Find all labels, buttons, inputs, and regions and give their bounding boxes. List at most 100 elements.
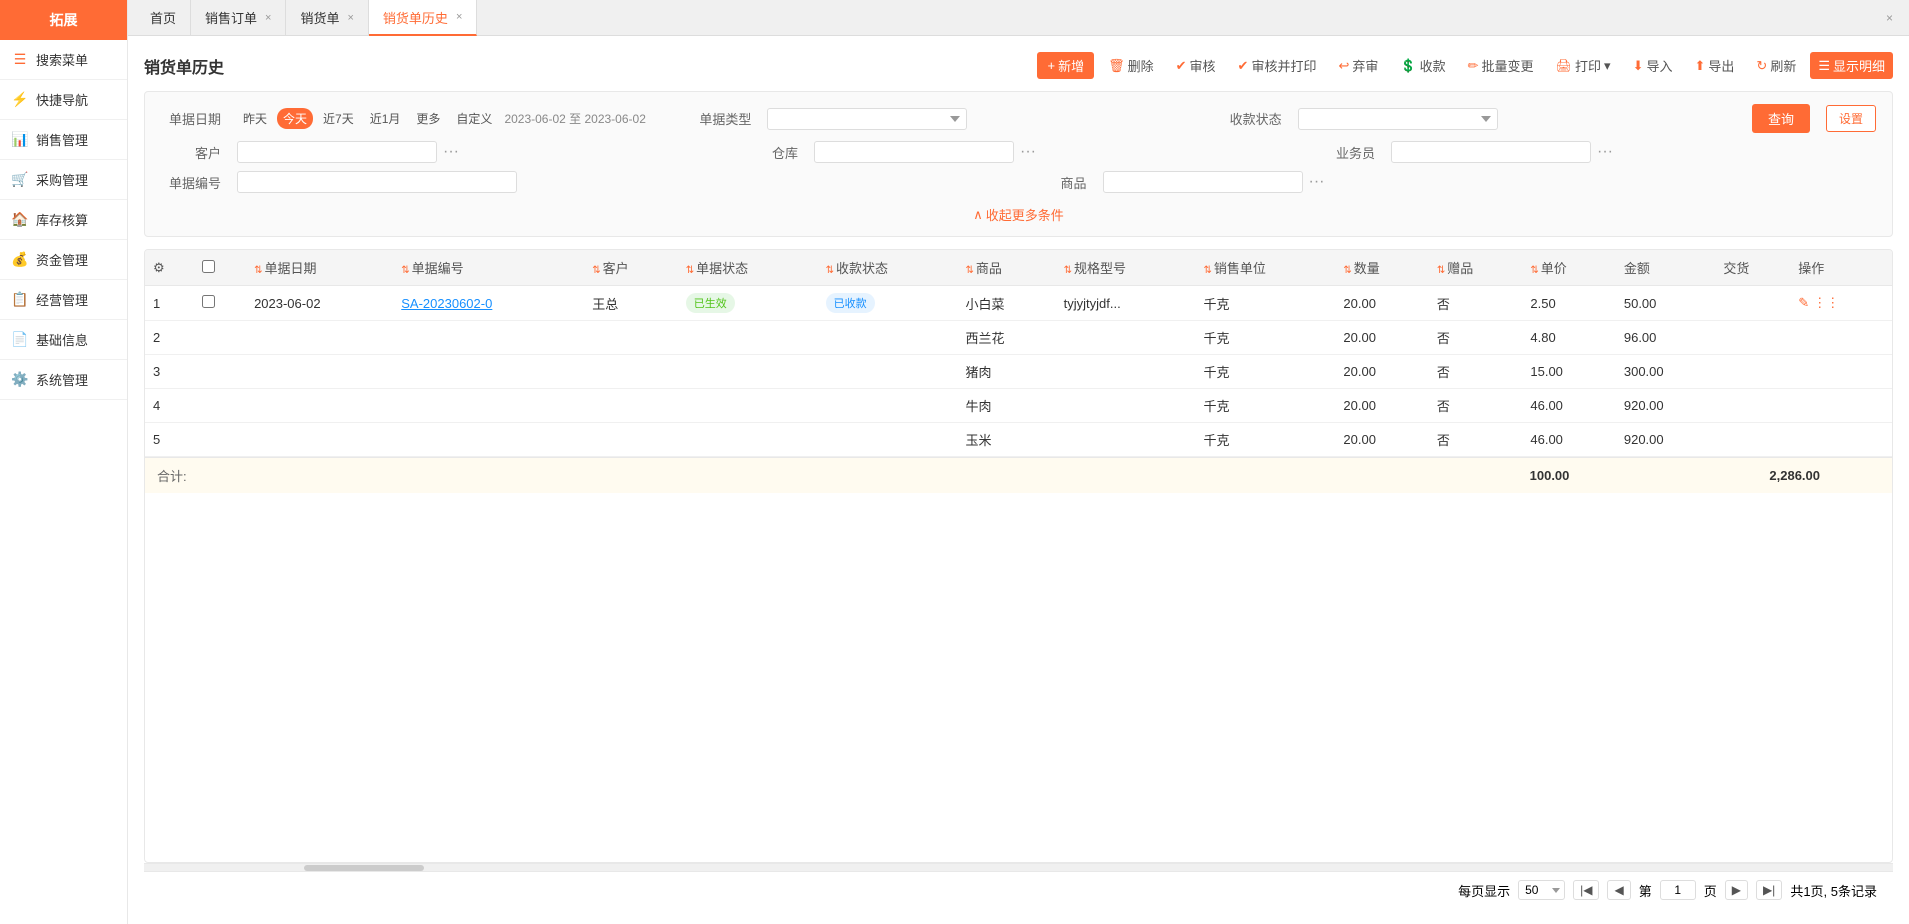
tab-home[interactable]: 首页 — [136, 0, 191, 36]
tab-sales-order-close[interactable]: × — [265, 12, 271, 24]
collect-button[interactable]: 💲 收款 — [1392, 52, 1453, 79]
per-page-label: 每页显示 — [1458, 881, 1510, 900]
print-label: 打印 — [1575, 56, 1601, 75]
toolbar: + 新增 🗑 删除 ✔ 审核 ✔ 审核并打印 ↩ 弃审 — [1037, 52, 1893, 79]
row-customer: 王总 — [584, 286, 677, 321]
col-unit[interactable]: ⇅销售单位 — [1196, 250, 1336, 286]
col-amount-label: 金额 — [1624, 261, 1650, 276]
row-price: 46.00 — [1522, 423, 1615, 457]
scrollbar-thumb[interactable] — [304, 865, 424, 871]
sidebar-item-search-menu[interactable]: ☰ 搜索菜单 — [0, 40, 127, 80]
sidebar-item-basic-info[interactable]: 📄 基础信息 — [0, 320, 127, 360]
horizontal-scrollbar[interactable] — [144, 863, 1893, 871]
row-collect-status — [818, 389, 958, 423]
row-price: 46.00 — [1522, 389, 1615, 423]
col-docstatus-label: 单据状态 — [696, 261, 748, 276]
tab-sales-delivery[interactable]: 销货单 × — [286, 0, 368, 36]
row-doc-status — [678, 321, 818, 355]
more-action-icon[interactable]: ⋮⋮ — [1813, 295, 1839, 311]
delete-button[interactable]: 🗑 删除 — [1100, 52, 1162, 79]
audit-print-button[interactable]: ✔ 审核并打印 — [1230, 52, 1325, 79]
row-customer — [584, 389, 677, 423]
prev-page-btn[interactable]: ◀ — [1607, 880, 1630, 900]
shortcut-7days[interactable]: 近7天 — [317, 108, 360, 129]
collect-status-select[interactable] — [1298, 108, 1498, 130]
customer-ellipsis[interactable]: ··· — [443, 144, 459, 160]
sidebar-item-finance[interactable]: 💰 资金管理 — [0, 240, 127, 280]
row-customer — [584, 423, 677, 457]
docno-label: 单据编号 — [161, 173, 221, 192]
doc-no-link[interactable]: SA-20230602-0 — [401, 296, 492, 311]
footer-label: 合计: — [157, 466, 187, 485]
col-doc-status[interactable]: ⇅单据状态 — [678, 250, 818, 286]
col-settings[interactable]: ⚙ — [145, 250, 194, 286]
export-button[interactable]: ⬆ 导出 — [1686, 52, 1742, 79]
first-page-btn[interactable]: |◀ — [1573, 880, 1599, 900]
docno-input[interactable] — [237, 171, 517, 193]
select-all-checkbox[interactable] — [202, 260, 215, 273]
page-input[interactable] — [1660, 880, 1696, 900]
row-action — [1790, 321, 1892, 355]
table-header-row: ⚙ ⇅单据日期 ⇅单据编号 ⇅客户 ⇅单据状态 ⇅收款状态 ⇅商品 ⇅规格型号 … — [145, 250, 1892, 286]
warehouse-input[interactable] — [814, 141, 1014, 163]
shortcut-custom[interactable]: 自定义 — [450, 108, 498, 129]
col-gift[interactable]: ⇅赠品 — [1429, 250, 1522, 286]
edit-action-icon[interactable]: ✎ — [1798, 295, 1809, 311]
sidebar-item-purchase-mgmt[interactable]: 🛒 采购管理 — [0, 160, 127, 200]
action-icons: ✎⋮⋮ — [1798, 295, 1884, 311]
col-goods[interactable]: ⇅商品 — [958, 250, 1056, 286]
filter-row-docno: 单据编号 商品 ··· — [161, 171, 1876, 193]
customer-input[interactable] — [237, 141, 437, 163]
col-date[interactable]: ⇅单据日期 — [246, 250, 393, 286]
import-button[interactable]: ⬇ 导入 — [1625, 52, 1681, 79]
tab-sales-history-close[interactable]: × — [456, 11, 462, 23]
tab-sales-order[interactable]: 销售订单 × — [191, 0, 286, 36]
refresh-button[interactable]: ↻ 刷新 — [1748, 52, 1804, 79]
col-amount[interactable]: 金额 — [1616, 250, 1715, 286]
tab-sales-history[interactable]: 销货单历史 × — [369, 0, 477, 36]
set-button[interactable]: 设置 — [1826, 105, 1876, 132]
collapse-more-btn[interactable]: ∧ 收起更多条件 — [161, 201, 1876, 224]
sidebar-item-sales-mgmt[interactable]: 📊 销售管理 — [0, 120, 127, 160]
query-button[interactable]: 查询 — [1752, 104, 1810, 133]
sidebar-item-label: 搜索菜单 — [36, 50, 88, 69]
col-price[interactable]: ⇅单价 — [1522, 250, 1615, 286]
col-checkbox[interactable] — [194, 250, 246, 286]
shortcut-1month[interactable]: 近1月 — [364, 108, 407, 129]
row-qty: 20.00 — [1335, 355, 1428, 389]
sidebar-item-operations[interactable]: 📋 经营管理 — [0, 280, 127, 320]
col-spec[interactable]: ⇅规格型号 — [1056, 250, 1196, 286]
shortcut-more[interactable]: 更多 — [410, 108, 446, 129]
goods-ellipsis[interactable]: ··· — [1309, 174, 1325, 190]
row-checkbox[interactable] — [202, 295, 215, 308]
warehouse-ellipsis[interactable]: ··· — [1020, 144, 1036, 160]
doc-type-select[interactable] — [767, 108, 967, 130]
sidebar-item-inventory[interactable]: 🏠 库存核算 — [0, 200, 127, 240]
shortcut-today[interactable]: 今天 — [277, 108, 313, 129]
col-qty[interactable]: ⇅数量 — [1335, 250, 1428, 286]
batch-change-button[interactable]: ✏ 批量变更 — [1460, 52, 1542, 79]
sort-unit-icon: ⇅ — [1204, 265, 1212, 276]
last-page-btn[interactable]: ▶| — [1756, 880, 1782, 900]
shortcut-yesterday[interactable]: 昨天 — [237, 108, 273, 129]
col-customer[interactable]: ⇅客户 — [584, 250, 677, 286]
col-collect-status[interactable]: ⇅收款状态 — [818, 250, 958, 286]
tab-bar: 首页 销售订单 × 销货单 × 销货单历史 × × — [128, 0, 1909, 36]
salesperson-ellipsis[interactable]: ··· — [1597, 144, 1613, 160]
page-size-select[interactable]: 50 10 20 100 — [1518, 880, 1565, 900]
print-button[interactable]: 🖨 打印 ▾ — [1548, 52, 1619, 79]
salesperson-input[interactable] — [1391, 141, 1591, 163]
audit-button[interactable]: ✔ 审核 — [1168, 52, 1224, 79]
goods-input[interactable] — [1103, 171, 1303, 193]
sidebar-item-system-mgmt[interactable]: ⚙️ 系统管理 — [0, 360, 127, 400]
add-button[interactable]: + 新增 — [1037, 52, 1094, 79]
abandon-button[interactable]: ↩ 弃审 — [1330, 52, 1386, 79]
row-collect-status: 已收款 — [818, 286, 958, 321]
next-page-btn[interactable]: ▶ — [1725, 880, 1748, 900]
col-docno[interactable]: ⇅单据编号 — [393, 250, 584, 286]
show-detail-button[interactable]: ☰ 显示明细 — [1810, 52, 1893, 79]
tab-close-all[interactable]: × — [1878, 11, 1901, 25]
sidebar-item-quick-nav[interactable]: ⚡ 快捷导航 — [0, 80, 127, 120]
print-icon: 🖨 — [1556, 58, 1573, 74]
tab-sales-delivery-close[interactable]: × — [347, 12, 353, 24]
